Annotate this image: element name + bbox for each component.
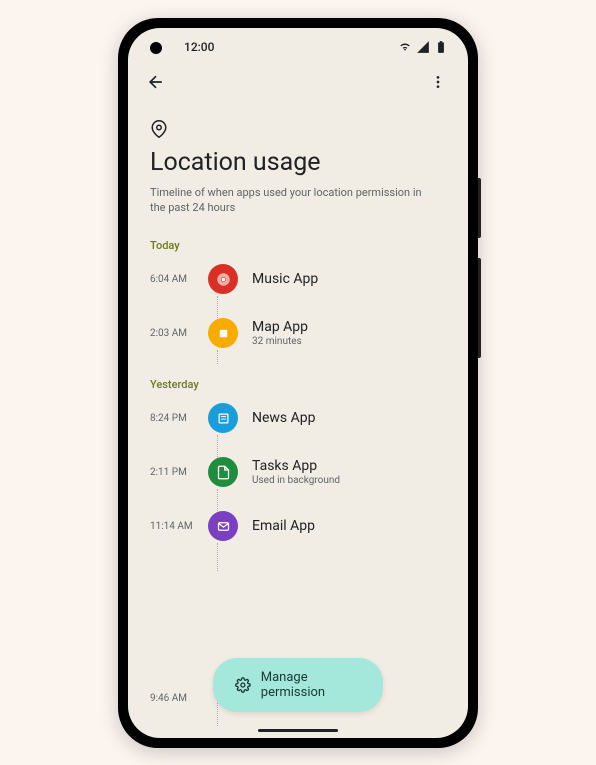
status-bar: 12:00 bbox=[128, 28, 468, 60]
music-app-icon bbox=[208, 264, 238, 294]
item-time: 2:03 AM bbox=[150, 328, 194, 339]
item-time: 8:24 PM bbox=[150, 413, 194, 424]
map-app-icon bbox=[208, 318, 238, 348]
page-title: Location usage bbox=[150, 148, 446, 177]
item-time: 6:04 AM bbox=[150, 274, 194, 285]
more-vert-icon bbox=[430, 74, 446, 90]
tasks-app-icon bbox=[208, 457, 238, 487]
gear-icon bbox=[235, 676, 251, 694]
page-subtitle: Timeline of when apps used your location… bbox=[150, 185, 430, 216]
location-pin-icon bbox=[150, 118, 446, 144]
battery-icon bbox=[434, 40, 448, 54]
status-time: 12:00 bbox=[184, 40, 214, 54]
section-yesterday: Yesterday bbox=[150, 378, 446, 391]
overflow-menu[interactable] bbox=[426, 70, 450, 98]
manage-button-label: Manage permission bbox=[261, 670, 361, 700]
content-area: Location usage Timeline of when apps use… bbox=[128, 108, 468, 566]
partial-timeline-time: 9:46 AM bbox=[150, 693, 187, 704]
email-app-icon bbox=[208, 511, 238, 541]
timeline-item[interactable]: 2:03 AM Map App 32 minutes bbox=[150, 318, 446, 372]
item-time: 2:11 PM bbox=[150, 467, 194, 478]
timeline-item[interactable]: 2:11 PM Tasks App Used in background bbox=[150, 457, 446, 511]
screen: 12:00 Location usage Timeline of when ap… bbox=[128, 28, 468, 738]
app-name: Music App bbox=[252, 271, 318, 287]
wifi-icon bbox=[398, 40, 412, 54]
phone-frame: 12:00 Location usage Timeline of when ap… bbox=[118, 18, 478, 748]
top-bar bbox=[128, 60, 468, 108]
power-button bbox=[478, 258, 481, 358]
app-name: Tasks App bbox=[252, 458, 340, 474]
manage-permission-button[interactable]: Manage permission bbox=[213, 658, 383, 712]
item-time: 11:14 AM bbox=[150, 521, 194, 532]
signal-icon bbox=[416, 40, 430, 54]
app-name: Map App bbox=[252, 319, 308, 335]
app-name: Email App bbox=[252, 518, 315, 534]
app-sub: 32 minutes bbox=[252, 336, 308, 347]
arrow-left-icon bbox=[146, 72, 166, 92]
app-name: News App bbox=[252, 410, 316, 426]
volume-button bbox=[478, 178, 481, 238]
timeline-item[interactable]: 6:04 AM Music App bbox=[150, 264, 446, 318]
timeline-item[interactable]: 8:24 PM News App bbox=[150, 403, 446, 457]
home-indicator[interactable] bbox=[258, 729, 338, 732]
app-sub: Used in background bbox=[252, 475, 340, 486]
status-icons bbox=[398, 40, 448, 54]
camera-hole bbox=[150, 42, 162, 54]
section-today: Today bbox=[150, 239, 446, 252]
news-app-icon bbox=[208, 403, 238, 433]
timeline-item[interactable]: 11:14 AM Email App bbox=[150, 511, 446, 565]
back-button[interactable] bbox=[146, 72, 166, 96]
